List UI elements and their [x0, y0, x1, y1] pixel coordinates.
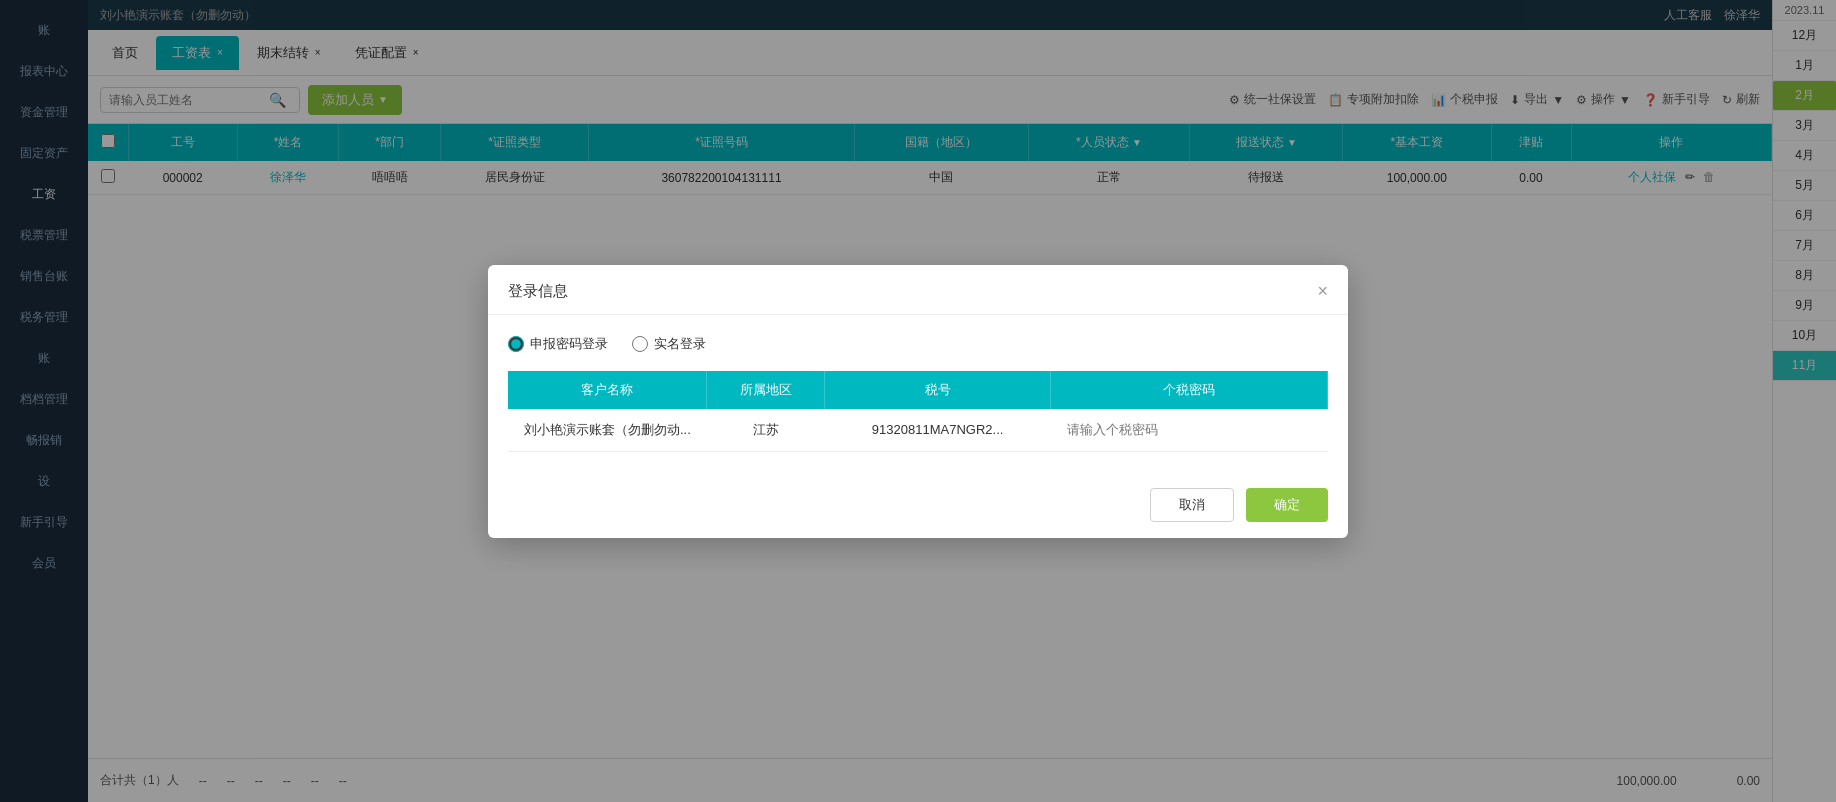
dth-tax-id: 税号	[824, 371, 1050, 409]
tax-password-input[interactable]	[1067, 422, 1312, 437]
login-type-radio-group: 申报密码登录 实名登录	[508, 335, 1328, 353]
modal-title: 登录信息	[508, 282, 568, 301]
dialog-table-header: 客户名称 所属地区 税号 个税密码	[508, 371, 1328, 409]
modal-footer: 取消 确定	[488, 472, 1348, 538]
dth-region: 所属地区	[707, 371, 825, 409]
dialog-table-row: 刘小艳演示账套（勿删勿动... 江苏 91320811MA7NGR2...	[508, 409, 1328, 452]
dialog-tax-id: 91320811MA7NGR2...	[824, 409, 1050, 452]
radio-option-realname[interactable]: 实名登录	[632, 335, 706, 353]
radio-input-realname[interactable]	[632, 336, 648, 352]
modal-overlay: 登录信息 × 申报密码登录 实名登录 客户名称 所属	[0, 0, 1836, 802]
cancel-button[interactable]: 取消	[1150, 488, 1234, 522]
dth-tax-pwd: 个税密码	[1051, 371, 1328, 409]
dialog-tax-pwd-input-cell[interactable]	[1051, 409, 1328, 452]
modal-body: 申报密码登录 实名登录 客户名称 所属地区 税号 个税密码	[488, 315, 1348, 472]
dth-client-name: 客户名称	[508, 371, 707, 409]
radio-option-password[interactable]: 申报密码登录	[508, 335, 608, 353]
login-info-table: 客户名称 所属地区 税号 个税密码 刘小艳演示账套（勿删勿动... 江苏 913…	[508, 371, 1328, 452]
modal-header: 登录信息 ×	[488, 265, 1348, 315]
modal-close-button[interactable]: ×	[1317, 281, 1328, 302]
radio-input-password[interactable]	[508, 336, 524, 352]
login-modal: 登录信息 × 申报密码登录 实名登录 客户名称 所属	[488, 265, 1348, 538]
dialog-region: 江苏	[707, 409, 825, 452]
dialog-client-name: 刘小艳演示账套（勿删勿动...	[508, 409, 707, 452]
confirm-button[interactable]: 确定	[1246, 488, 1328, 522]
